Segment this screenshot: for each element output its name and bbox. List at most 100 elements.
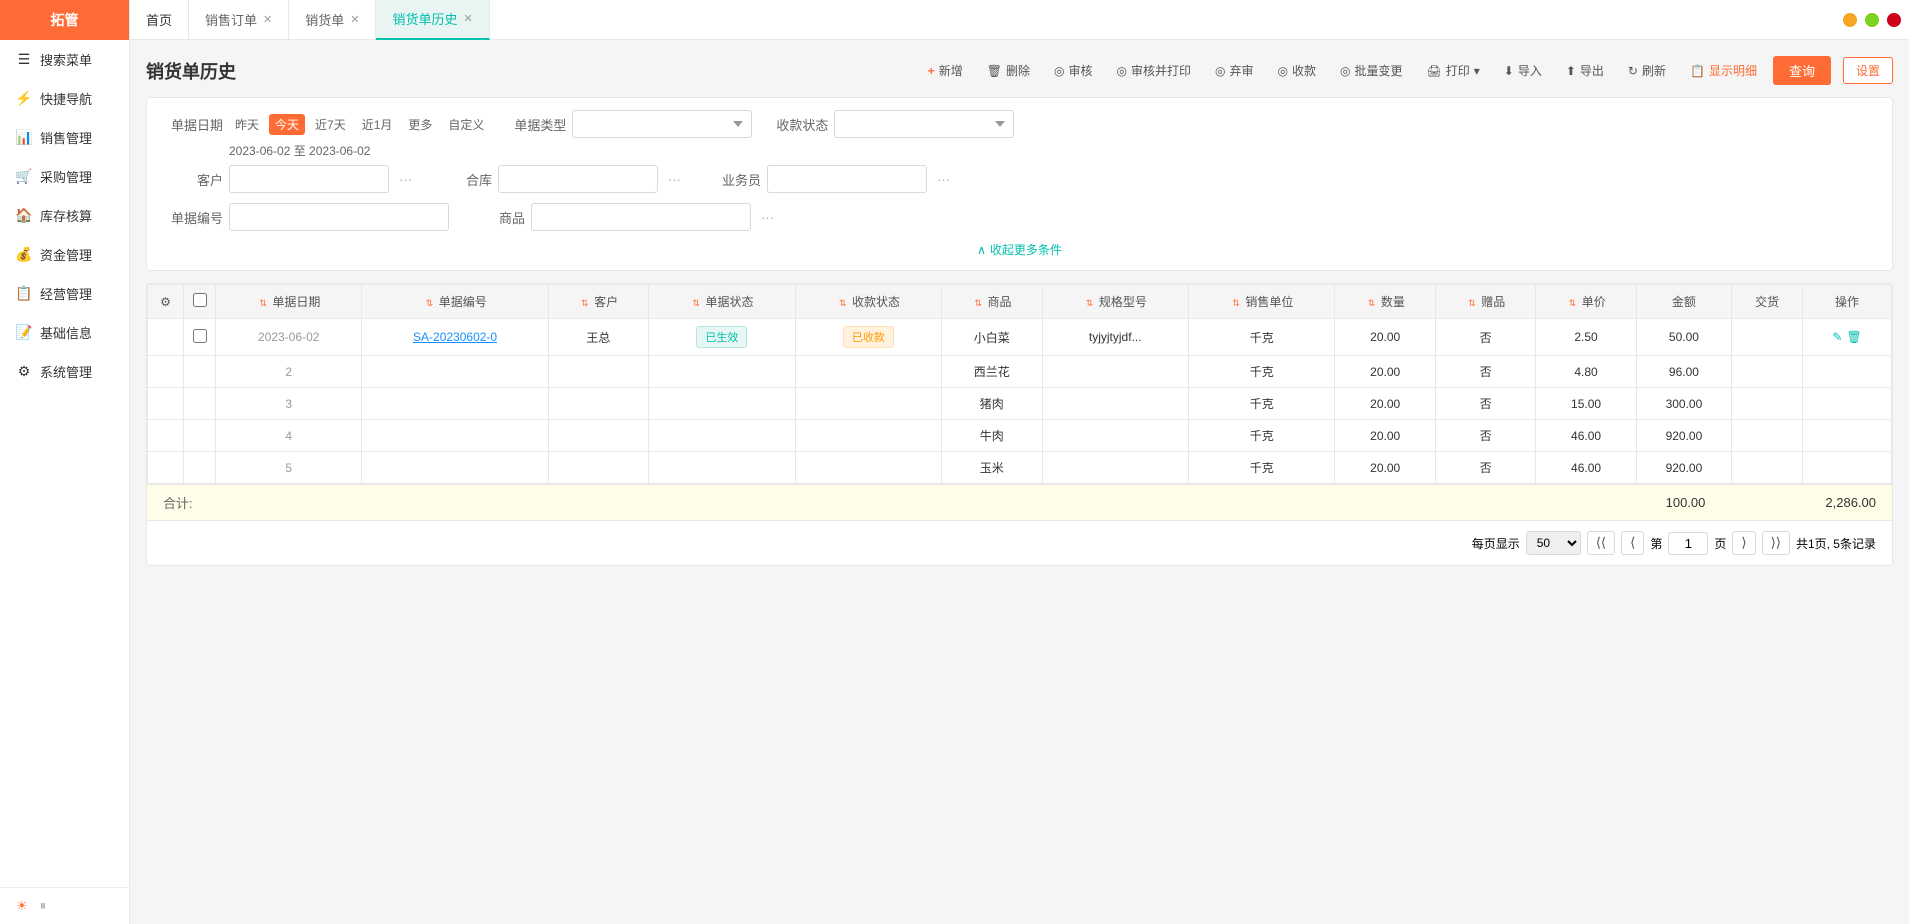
print-button[interactable]: 🖨 打印 ▾: [1418, 58, 1487, 83]
row-goods: 西兰花: [942, 356, 1042, 388]
export-button[interactable]: ⬆ 导出: [1558, 58, 1612, 83]
sidebar-item-purchase[interactable]: 🛒 采购管理: [0, 157, 129, 196]
col-price-sort-icon: ⇅: [1566, 298, 1578, 309]
sidebar-item-search[interactable]: ☰ 搜索菜单: [0, 40, 129, 79]
tab-sales-history[interactable]: 销货单历史 ✕: [376, 0, 489, 40]
doc-no-link[interactable]: SA-20230602-0: [413, 330, 497, 344]
row-spec: tyjyjtyjdf...: [1042, 319, 1188, 356]
tab-sales-order-close[interactable]: ✕: [263, 13, 272, 26]
col-doc-status[interactable]: ⇅ 单据状态: [649, 285, 795, 319]
salesperson-filter: 业务员 ···: [701, 165, 954, 193]
col-customer[interactable]: ⇅ 客户: [548, 285, 648, 319]
date-yesterday[interactable]: 昨天: [229, 114, 265, 135]
warehouse-dots[interactable]: ···: [664, 172, 685, 187]
date-1month[interactable]: 近1月: [356, 114, 399, 135]
page-prev-btn[interactable]: ⟨: [1621, 531, 1644, 555]
col-spec[interactable]: ⇅ 规格型号: [1042, 285, 1188, 319]
salesperson-input[interactable]: [767, 165, 927, 193]
goods-dots[interactable]: ···: [757, 210, 778, 225]
date-today[interactable]: 今天: [269, 114, 305, 135]
query-button[interactable]: 查询: [1773, 56, 1831, 85]
salesperson-dots[interactable]: ···: [933, 172, 954, 187]
page-label-post: 页: [1714, 535, 1726, 552]
tab-sales-goods[interactable]: 销货单 ✕: [289, 0, 376, 40]
tab-sales-history-close[interactable]: ✕: [464, 12, 473, 25]
refresh-button[interactable]: ↻ 刷新: [1620, 58, 1674, 83]
warehouse-input[interactable]: [498, 165, 658, 193]
row-actions: ✎🗑: [1803, 319, 1892, 356]
maximize-btn[interactable]: [1865, 13, 1879, 27]
select-all-checkbox[interactable]: [193, 293, 207, 307]
minimize-btn[interactable]: [1843, 13, 1857, 27]
print-icon: 🖨: [1426, 64, 1441, 78]
sidebar-item-finance[interactable]: 💰 资金管理: [0, 235, 129, 274]
row-goods: 牛肉: [942, 420, 1042, 452]
col-gift-sort-icon: ⇅: [1466, 298, 1478, 309]
sidebar-item-system[interactable]: ⚙ 系统管理: [0, 352, 129, 391]
settings-button[interactable]: 设置: [1843, 57, 1893, 84]
col-gift[interactable]: ⇅ 赠品: [1435, 285, 1535, 319]
col-qty[interactable]: ⇅ 数量: [1335, 285, 1435, 319]
customer-dots[interactable]: ···: [395, 172, 416, 187]
row-select-checkbox[interactable]: [193, 329, 207, 343]
col-goods-sort-icon: ⇅: [972, 298, 984, 309]
row-gift: 否: [1435, 452, 1535, 484]
tab-sales-goods-close[interactable]: ✕: [350, 13, 359, 26]
page-first-btn[interactable]: ⟨⟨: [1587, 531, 1615, 555]
batch-change-button[interactable]: ◎ 批量变更: [1332, 58, 1411, 83]
abandon-button[interactable]: ◎ 弃审: [1207, 58, 1262, 83]
col-doc-no[interactable]: ⇅ 单据编号: [362, 285, 548, 319]
review-button[interactable]: ◎ 审核: [1046, 58, 1101, 83]
total-info: 共1页, 5条记录: [1796, 535, 1876, 552]
per-page-select[interactable]: 50 100 200: [1526, 531, 1581, 555]
edit-action[interactable]: ✎: [1832, 330, 1842, 344]
col-unit[interactable]: ⇅ 销售单位: [1188, 285, 1334, 319]
page-input[interactable]: [1668, 532, 1708, 555]
col-doc-status-sort-icon: ⇅: [690, 298, 702, 309]
col-checkbox: [184, 285, 216, 319]
pagination: 每页显示 50 100 200 ⟨⟨ ⟨ 第 页 ⟩ ⟩⟩ 共1页, 5条记录: [147, 520, 1892, 565]
row-qty: 20.00: [1335, 319, 1435, 356]
table-row: 4 牛肉 千克 20.00 否 46.00 920.00: [148, 420, 1892, 452]
footer-icon-2[interactable]: ⏸: [40, 898, 47, 914]
payment-status-select[interactable]: [834, 110, 1014, 138]
date-more[interactable]: 更多: [402, 114, 438, 135]
show-detail-button[interactable]: 📋 显示明细: [1682, 58, 1765, 83]
close-btn[interactable]: [1887, 13, 1901, 27]
import-button[interactable]: ⬇ 导入: [1496, 58, 1550, 83]
delete-button[interactable]: 🗑 删除: [979, 58, 1038, 83]
footer-icon-1[interactable]: ☀: [16, 898, 28, 914]
sidebar-item-sales[interactable]: 📊 销售管理: [0, 118, 129, 157]
collapse-btn[interactable]: ∧ 收起更多条件: [163, 241, 1876, 258]
col-unit-label: 销售单位: [1245, 295, 1293, 309]
col-goods-label: 商品: [987, 295, 1011, 309]
sidebar-item-operations[interactable]: 📋 经营管理: [0, 274, 129, 313]
docno-input[interactable]: [229, 203, 449, 231]
row-qty: 20.00: [1335, 452, 1435, 484]
page-next-btn[interactable]: ⟩: [1732, 531, 1755, 555]
goods-input[interactable]: [531, 203, 751, 231]
tab-sales-order[interactable]: 销售订单 ✕: [189, 0, 289, 40]
sidebar-item-baseinfo[interactable]: 📝 基础信息: [0, 313, 129, 352]
collect-button[interactable]: ◎ 收款: [1269, 58, 1324, 83]
col-price[interactable]: ⇅ 单价: [1536, 285, 1636, 319]
tab-home[interactable]: 首页: [130, 0, 189, 40]
col-goods[interactable]: ⇅ 商品: [942, 285, 1042, 319]
col-settings[interactable]: ⚙: [148, 285, 184, 319]
col-doc-date[interactable]: ⇅ 单据日期: [216, 285, 362, 319]
page-last-btn[interactable]: ⟩⟩: [1762, 531, 1790, 555]
date-7days[interactable]: 近7天: [309, 114, 352, 135]
customer-input[interactable]: [229, 165, 389, 193]
delete-action[interactable]: 🗑: [1846, 330, 1861, 344]
baseinfo-icon: 📝: [16, 325, 32, 341]
date-custom[interactable]: 自定义: [442, 114, 490, 135]
col-payment-status[interactable]: ⇅ 收款状态: [795, 285, 941, 319]
sidebar-label-finance: 资金管理: [40, 245, 92, 264]
date-display: 2023-06-02 至 2023-06-02: [229, 142, 370, 159]
sidebar-item-quicknav[interactable]: ⚡ 快捷导航: [0, 79, 129, 118]
review-print-button[interactable]: ◎ 审核并打印: [1108, 58, 1199, 83]
sidebar-item-inventory[interactable]: 🏠 库存核算: [0, 196, 129, 235]
doc-type-select[interactable]: [572, 110, 752, 138]
refresh-icon: ↻: [1628, 64, 1638, 78]
new-button[interactable]: + 新增: [920, 58, 971, 83]
